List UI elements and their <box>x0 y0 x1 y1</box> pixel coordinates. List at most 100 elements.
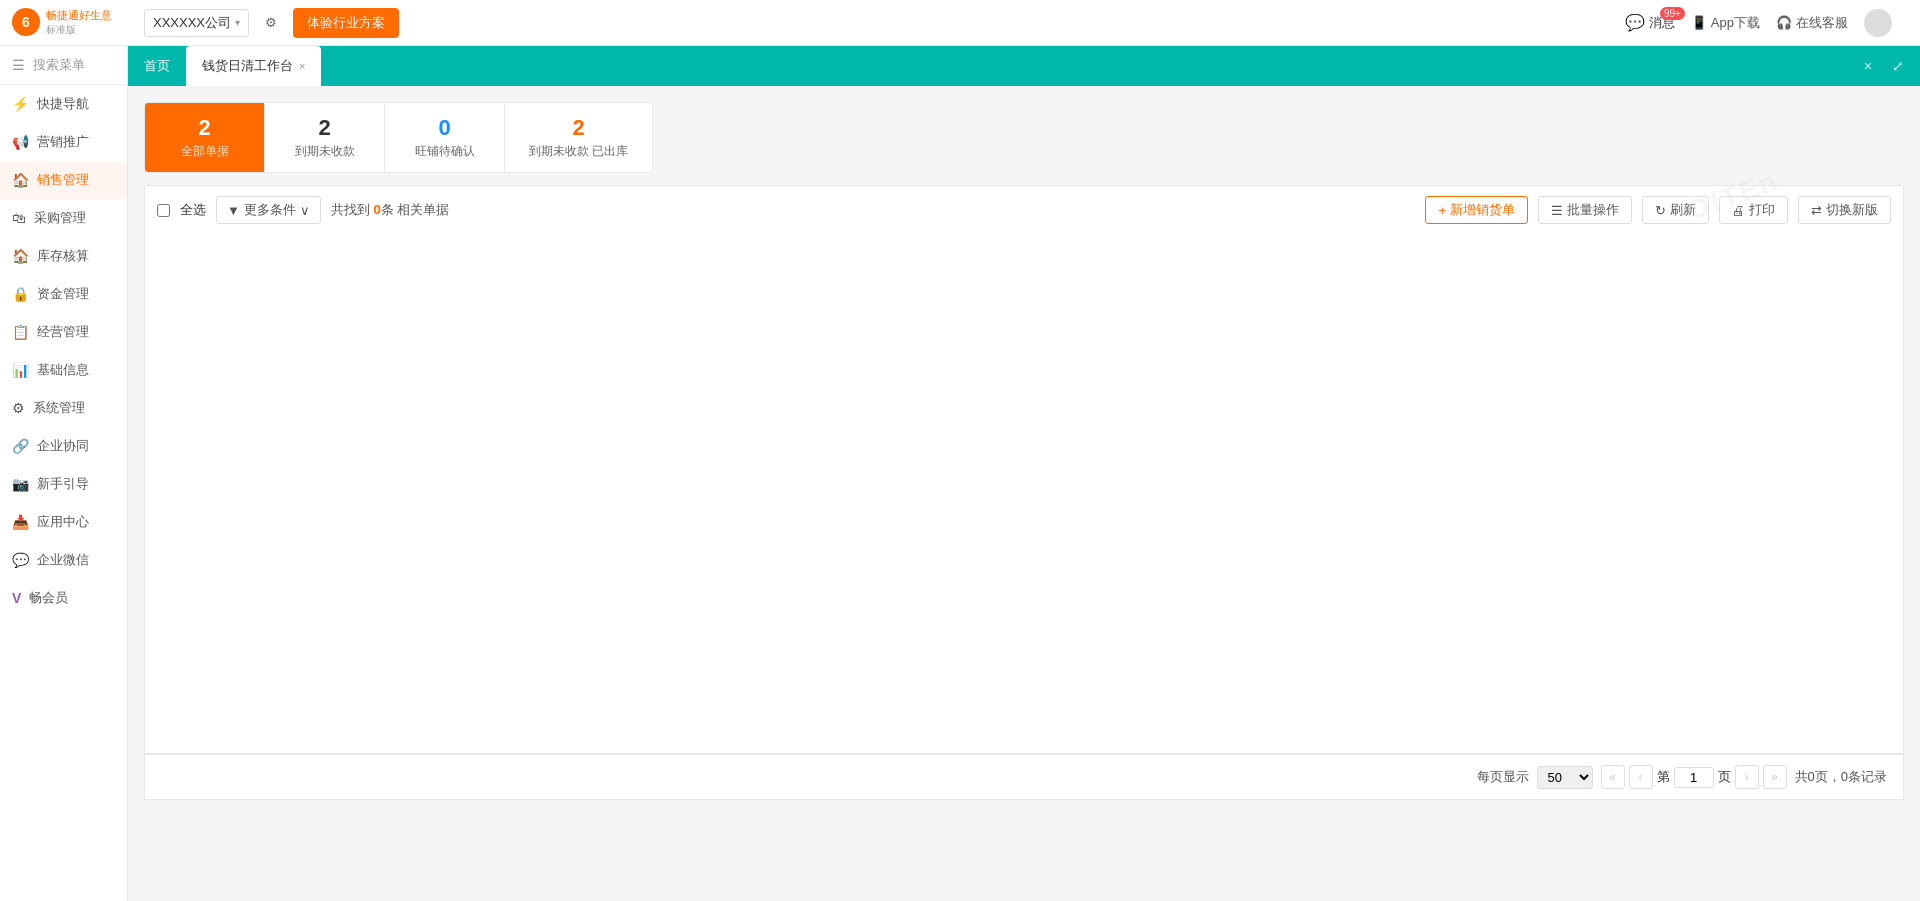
tab-workbench-label: 钱货日清工作台 <box>202 57 293 75</box>
sidebar-item-enterprise[interactable]: 🔗 企业协同 <box>0 427 127 465</box>
app-label: App下载 <box>1711 14 1760 32</box>
main-content: 2 全部单据 2 到期未收款 0 旺铺待确认 2 到期未收款 已出库 全选 ▼ … <box>128 86 1920 901</box>
header-right: 💬 消息 99+ 📱 App下载 🎧 在线客服 <box>1625 9 1908 37</box>
card-all-num: 2 <box>169 115 240 141</box>
gear-icon: ⚙ <box>12 400 25 416</box>
more-filter-button[interactable]: ▼ 更多条件 ∨ <box>216 196 321 224</box>
vip-icon: V <box>12 590 21 606</box>
card-shipped-label: 到期未收款 已出库 <box>529 143 628 160</box>
print-button[interactable]: 🖨 打印 <box>1719 196 1788 224</box>
toolbar-left: 全选 ▼ 更多条件 ∨ 共找到 0条 相关单据 <box>157 196 1413 224</box>
sidebar-item-label: 系统管理 <box>33 399 85 417</box>
sidebar: ☰ 搜索菜单 ⚡ 快捷导航 📢 营销推广 🏠 销售管理 🛍 采购管理 🏠 库存核… <box>0 46 128 901</box>
lock-icon: 🔒 <box>12 286 29 302</box>
found-text: 共找到 0条 相关单据 <box>331 201 449 219</box>
filter-label: 更多条件 <box>244 201 296 219</box>
online-service-button[interactable]: 🎧 在线客服 <box>1776 14 1848 32</box>
card-all[interactable]: 2 全部单据 <box>145 103 265 172</box>
chevron-down-icon: ▾ <box>235 17 240 28</box>
last-page-button[interactable]: » <box>1763 765 1787 789</box>
card-overdue[interactable]: 2 到期未收款 <box>265 103 385 172</box>
refresh-button[interactable]: ↻ 刷新 <box>1642 196 1709 224</box>
found-count: 0 <box>374 202 381 217</box>
megaphone-icon: 📢 <box>12 134 29 150</box>
appstore-icon: 📥 <box>12 514 29 530</box>
tab-home-label: 首页 <box>144 57 170 75</box>
toolbar-right: + 新增销货单 ☰ 批量操作 ↻ 刷新 🖨 打印 ⇄ 切换新版 <box>1425 196 1891 224</box>
tab-bar: 首页 钱货日清工作台 × × ⤢ <box>128 46 1920 86</box>
avatar[interactable] <box>1864 9 1892 37</box>
message-button[interactable]: 💬 消息 99+ <box>1625 13 1675 32</box>
sidebar-item-label: 畅会员 <box>29 589 68 607</box>
company-selector[interactable]: XXXXXX公司 ▾ <box>144 9 249 37</box>
chevron-down-icon: ∨ <box>300 203 310 218</box>
card-pending[interactable]: 0 旺铺待确认 <box>385 103 505 172</box>
sidebar-item-sales[interactable]: 🏠 销售管理 <box>0 161 127 199</box>
logo-sub: 标准版 <box>46 23 112 37</box>
company-name: XXXXXX公司 <box>153 14 231 32</box>
sidebar-item-system[interactable]: ⚙ 系统管理 <box>0 389 127 427</box>
page-input[interactable] <box>1674 767 1714 788</box>
message-icon: 💬 <box>1625 13 1645 32</box>
sidebar-item-operations[interactable]: 📋 经营管理 <box>0 313 127 351</box>
card-pending-label: 旺铺待确认 <box>409 143 480 160</box>
close-window-icon[interactable]: × <box>1856 54 1880 78</box>
select-all-checkbox[interactable] <box>157 204 170 217</box>
prev-page-button[interactable]: ‹ <box>1629 765 1653 789</box>
plus-icon: + <box>1438 203 1446 218</box>
guide-icon: 📷 <box>12 476 29 492</box>
sidebar-item-wechat[interactable]: 💬 企业微信 <box>0 541 127 579</box>
summary-cards: 2 全部单据 2 到期未收款 0 旺铺待确认 2 到期未收款 已出库 <box>144 102 653 173</box>
sidebar-item-guide[interactable]: 📷 新手引导 <box>0 465 127 503</box>
sidebar-item-label: 营销推广 <box>37 133 89 151</box>
page-size-select[interactable]: 50 10 20 100 <box>1537 766 1593 789</box>
app-download-button[interactable]: 📱 App下载 <box>1691 14 1760 32</box>
sidebar-item-label: 资金管理 <box>37 285 89 303</box>
house-icon: 🏠 <box>12 172 29 188</box>
batch-label: 批量操作 <box>1567 201 1619 219</box>
print-icon: 🖨 <box>1732 203 1745 218</box>
sidebar-item-member[interactable]: V 畅会员 <box>0 579 127 617</box>
switch-label: 切换新版 <box>1826 201 1878 219</box>
card-shipped-num: 2 <box>529 115 628 141</box>
switch-version-button[interactable]: ⇄ 切换新版 <box>1798 196 1891 224</box>
tab-workbench[interactable]: 钱货日清工作台 × <box>186 46 321 86</box>
next-page-button[interactable]: › <box>1735 765 1759 789</box>
sidebar-item-marketing[interactable]: 📢 营销推广 <box>0 123 127 161</box>
bag-icon: 🛍 <box>12 210 26 226</box>
add-sale-button[interactable]: + 新增销货单 <box>1425 196 1528 224</box>
logo: 6 畅捷通好生意 标准版 <box>12 8 140 36</box>
select-all-label: 全选 <box>180 201 206 219</box>
refresh-label: 刷新 <box>1670 201 1696 219</box>
sidebar-item-apps[interactable]: 📥 应用中心 <box>0 503 127 541</box>
sidebar-item-label: 基础信息 <box>37 361 89 379</box>
filter-icon: ▼ <box>227 203 240 218</box>
page-nav: « ‹ 第 页 › » <box>1601 765 1787 789</box>
switch-icon: ⇄ <box>1811 203 1822 218</box>
card-shipped[interactable]: 2 到期未收款 已出库 <box>505 103 652 172</box>
tab-home[interactable]: 首页 <box>128 46 186 86</box>
sidebar-item-label: 企业微信 <box>37 551 89 569</box>
sidebar-item-label: 销售管理 <box>37 171 89 189</box>
sidebar-search-label: 搜索菜单 <box>33 56 85 74</box>
batch-operation-button[interactable]: ☰ 批量操作 <box>1538 196 1632 224</box>
sidebar-item-purchase[interactable]: 🛍 采购管理 <box>0 199 127 237</box>
sidebar-item-inventory[interactable]: 🏠 库存核算 <box>0 237 127 275</box>
trial-button[interactable]: 体验行业方案 <box>293 8 399 38</box>
card-pending-num: 0 <box>409 115 480 141</box>
sidebar-item-search[interactable]: ☰ 搜索菜单 <box>0 46 127 85</box>
sidebar-item-quicknav[interactable]: ⚡ 快捷导航 <box>0 85 127 123</box>
sidebar-item-base[interactable]: 📊 基础信息 <box>0 351 127 389</box>
table-empty <box>145 234 1903 753</box>
logo-text: 畅捷通好生意 <box>46 8 112 22</box>
page-label: 第 <box>1657 768 1670 786</box>
sidebar-item-finance[interactable]: 🔒 资金管理 <box>0 275 127 313</box>
first-page-button[interactable]: « <box>1601 765 1625 789</box>
expand-window-icon[interactable]: ⤢ <box>1886 54 1910 78</box>
sidebar-item-label: 快捷导航 <box>37 95 89 113</box>
logo-icon: 6 <box>12 8 40 36</box>
sidebar-item-label: 采购管理 <box>34 209 86 227</box>
page-size-label: 每页显示 <box>1477 768 1529 786</box>
tab-close-icon[interactable]: × <box>299 60 305 72</box>
settings-icon[interactable]: ⚙ <box>257 9 285 37</box>
